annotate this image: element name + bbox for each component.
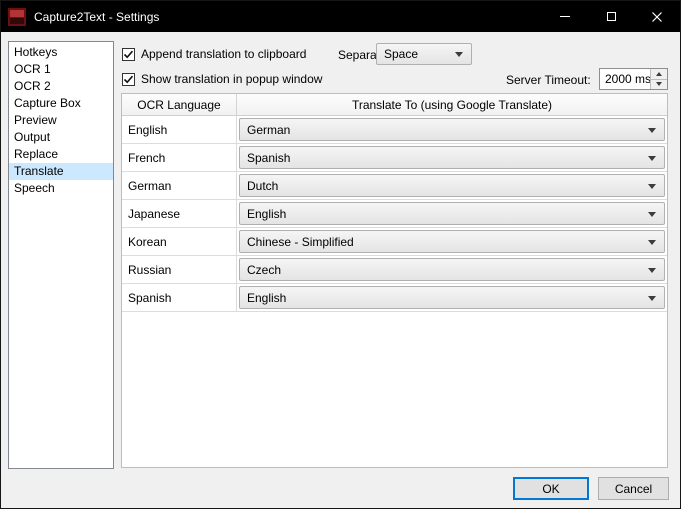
translate-to-select[interactable]: Spanish xyxy=(239,146,665,169)
ocr-language-cell: English xyxy=(122,116,237,143)
dropdown-arrow-icon xyxy=(648,212,656,217)
dropdown-arrow-icon xyxy=(648,240,656,245)
ocr-language-cell: German xyxy=(122,172,237,199)
translate-to-value: Spanish xyxy=(247,151,290,165)
separator-select[interactable]: Space xyxy=(376,43,472,65)
sidebar-item-hotkeys[interactable]: Hotkeys xyxy=(9,44,113,61)
append-clipboard-row: Append translation to clipboard xyxy=(122,46,306,62)
ocr-language-cell: Korean xyxy=(122,228,237,255)
translate-to-select[interactable]: English xyxy=(239,286,665,309)
translate-to-select[interactable]: German xyxy=(239,118,665,141)
translate-to-cell: Dutch xyxy=(237,172,667,199)
server-timeout-spinner xyxy=(599,68,668,90)
server-timeout-label: Server Timeout: xyxy=(506,73,591,87)
close-icon xyxy=(652,12,662,22)
sidebar-item-output[interactable]: Output xyxy=(9,129,113,146)
ocr-language-cell: Japanese xyxy=(122,200,237,227)
sidebar-item-speech[interactable]: Speech xyxy=(9,180,113,197)
dropdown-arrow-icon xyxy=(648,184,656,189)
popup-window-row: Show translation in popup window xyxy=(122,71,322,87)
translate-to-cell: Czech xyxy=(237,256,667,283)
popup-window-label: Show translation in popup window xyxy=(141,72,322,86)
translate-to-value: English xyxy=(247,291,286,305)
table-row: French Spanish xyxy=(122,144,667,172)
checkbox-check-icon xyxy=(123,49,134,60)
maximize-button[interactable] xyxy=(588,1,634,32)
table-row: English German xyxy=(122,116,667,144)
translate-to-value: English xyxy=(247,207,286,221)
sidebar-item-ocr-2[interactable]: OCR 2 xyxy=(9,78,113,95)
dropdown-arrow-icon xyxy=(648,296,656,301)
checkbox-check-icon xyxy=(123,74,134,85)
translate-to-cell: English xyxy=(237,200,667,227)
translate-to-select[interactable]: Chinese - Simplified xyxy=(239,230,665,253)
spin-down-button[interactable] xyxy=(651,79,667,90)
dropdown-arrow-icon xyxy=(648,156,656,161)
translation-table: OCR Language Translate To (using Google … xyxy=(121,93,668,468)
header-ocr-language: OCR Language xyxy=(122,94,237,115)
minimize-button[interactable] xyxy=(542,1,588,32)
dropdown-arrow-icon xyxy=(648,268,656,273)
translate-to-value: Czech xyxy=(247,263,281,277)
translate-to-value: Chinese - Simplified xyxy=(247,235,354,249)
table-row: German Dutch xyxy=(122,172,667,200)
titlebar: Capture2Text - Settings xyxy=(1,1,680,32)
dropdown-arrow-icon xyxy=(648,128,656,133)
header-translate-to: Translate To (using Google Translate) xyxy=(237,94,667,115)
table-header: OCR Language Translate To (using Google … xyxy=(122,94,667,116)
popup-window-checkbox[interactable] xyxy=(122,73,135,86)
cancel-button[interactable]: Cancel xyxy=(598,477,669,500)
app-icon xyxy=(8,8,26,26)
translate-to-value: German xyxy=(247,123,290,137)
append-clipboard-label: Append translation to clipboard xyxy=(141,47,306,61)
append-clipboard-checkbox[interactable] xyxy=(122,48,135,61)
translate-to-select[interactable]: Czech xyxy=(239,258,665,281)
table-row: Spanish English xyxy=(122,284,667,312)
table-row: Russian Czech xyxy=(122,256,667,284)
dropdown-arrow-icon xyxy=(455,52,463,57)
spin-up-icon xyxy=(656,72,662,76)
translate-to-select[interactable]: English xyxy=(239,202,665,225)
spin-up-button[interactable] xyxy=(651,69,667,79)
window-controls xyxy=(542,1,680,32)
translate-to-cell: German xyxy=(237,116,667,143)
maximize-icon xyxy=(607,12,616,21)
separator-value: Space xyxy=(384,47,418,61)
sidebar-item-replace[interactable]: Replace xyxy=(9,146,113,163)
translate-to-cell: English xyxy=(237,284,667,311)
table-row: Japanese English xyxy=(122,200,667,228)
ocr-language-cell: French xyxy=(122,144,237,171)
ocr-language-cell: Spanish xyxy=(122,284,237,311)
translate-to-value: Dutch xyxy=(247,179,278,193)
translate-to-cell: Chinese - Simplified xyxy=(237,228,667,255)
server-timeout-input[interactable] xyxy=(600,69,650,89)
translate-to-cell: Spanish xyxy=(237,144,667,171)
sidebar-item-capture-box[interactable]: Capture Box xyxy=(9,95,113,112)
sidebar-item-ocr-1[interactable]: OCR 1 xyxy=(9,61,113,78)
sidebar-item-translate[interactable]: Translate xyxy=(9,163,113,180)
spin-buttons xyxy=(650,69,667,89)
settings-window: Capture2Text - Settings Hotkeys OCR 1 OC… xyxy=(0,0,681,509)
translate-to-select[interactable]: Dutch xyxy=(239,174,665,197)
sidebar-item-preview[interactable]: Preview xyxy=(9,112,113,129)
spin-down-icon xyxy=(656,82,662,86)
sidebar: Hotkeys OCR 1 OCR 2 Capture Box Preview … xyxy=(8,41,114,469)
table-row: Korean Chinese - Simplified xyxy=(122,228,667,256)
window-title: Capture2Text - Settings xyxy=(34,10,159,24)
minimize-icon xyxy=(560,16,570,17)
ok-button[interactable]: OK xyxy=(513,477,589,500)
close-button[interactable] xyxy=(634,1,680,32)
ocr-language-cell: Russian xyxy=(122,256,237,283)
